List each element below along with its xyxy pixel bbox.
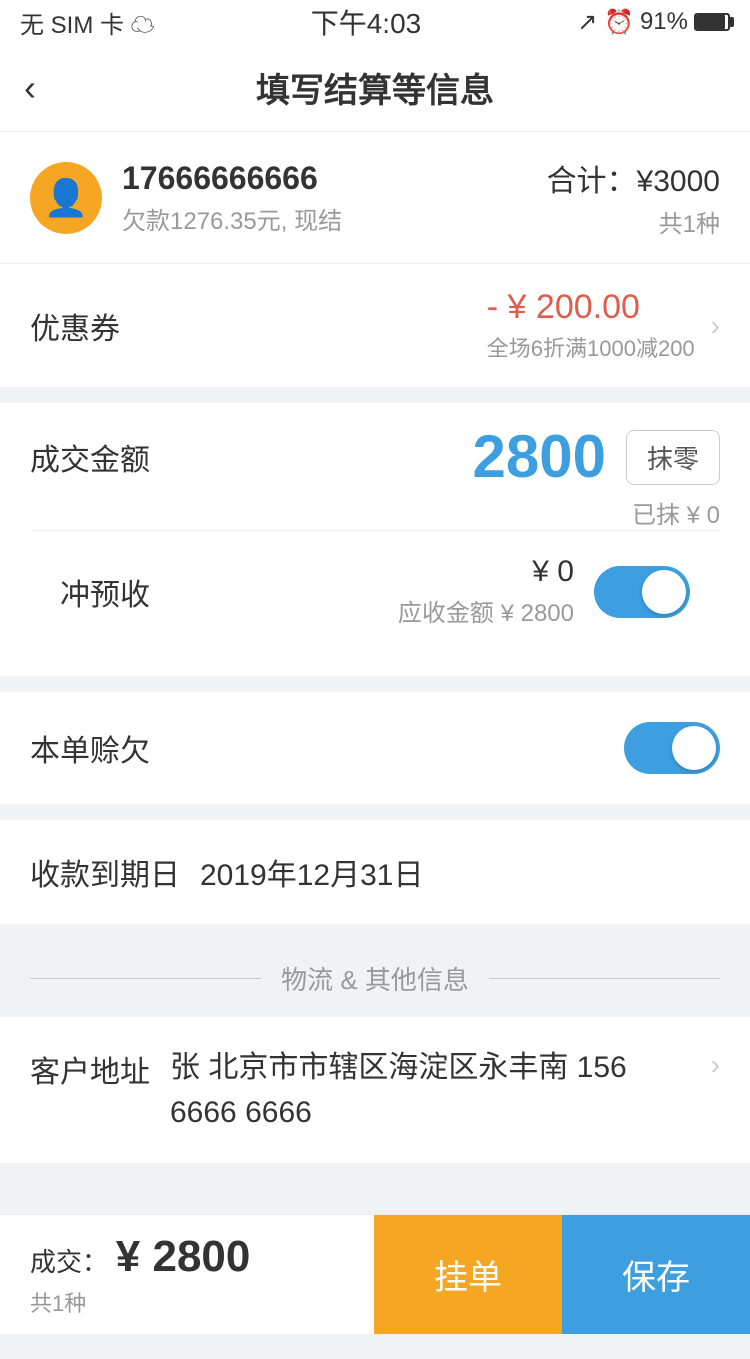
amount-label: 成交金额 [30, 435, 150, 479]
credit-toggle[interactable] [624, 722, 720, 774]
user-phone: 17666666666 [122, 160, 342, 197]
bottom-actions: 挂单 保存 [374, 1215, 750, 1334]
user-info-card: 👤 17666666666 欠款1276.35元, 现结 合计：¥3000 共1… [0, 132, 750, 387]
credit-row: 本单赊欠 [0, 692, 750, 804]
save-button[interactable]: 保存 [562, 1215, 750, 1334]
duedate-label: 收款到期日 [30, 850, 180, 894]
user-row: 👤 17666666666 欠款1276.35元, 现结 合计：¥3000 共1… [0, 132, 750, 263]
nav-bar: ‹ 填写结算等信息 [0, 44, 750, 132]
pre-collect-toggle[interactable] [594, 566, 690, 618]
pre-sub: 应收金额 ¥ 2800 [398, 593, 574, 628]
hang-button[interactable]: 挂单 [374, 1215, 562, 1334]
bottom-summary: 成交： ¥ 2800 共1种 [0, 1215, 374, 1334]
battery-level: 91% [640, 8, 688, 36]
bottom-deal-label: 成交： [30, 1247, 108, 1277]
address-value: 张 北京市市辖区海淀区永丰南 156 6666 6666 [170, 1045, 701, 1135]
address-arrow-icon: › [711, 1049, 720, 1081]
address-content: 张 北京市市辖区海淀区永丰南 156 6666 6666 [170, 1045, 701, 1135]
bottom-bar: 成交： ¥ 2800 共1种 挂单 保存 [0, 1214, 750, 1334]
amount-row: 成交金额 2800 抹零 [30, 427, 720, 487]
bottom-deal-row: 成交： ¥ 2800 [30, 1232, 374, 1282]
battery-icon: ↗ ⏰ [577, 8, 634, 37]
user-right: 合计：¥3000 共1种 [547, 156, 720, 239]
duedate-value: 2019年12月31日 [200, 850, 423, 894]
pre-collect-row: 冲预收 ¥ 0 应收金额 ¥ 2800 [30, 530, 720, 652]
coupon-desc: 全场6折满1000减200 [487, 331, 695, 363]
coupon-row[interactable]: 优惠券 - ¥ 200.00 全场6折满1000减200 › [0, 263, 750, 387]
pre-collect-label: 冲预收 [60, 570, 150, 614]
address-label: 客户地址 [30, 1047, 150, 1091]
coupon-discount: - ¥ 200.00 [487, 288, 695, 327]
user-info-text: 17666666666 欠款1276.35元, 现结 [122, 160, 342, 236]
status-bar: 无 SIM 卡 ☁ 下午4:03 ↗ ⏰ 91% [0, 0, 750, 44]
page-title: 填写结算等信息 [256, 63, 494, 112]
battery-bar [694, 13, 730, 31]
amount-value-wrap: 2800 抹零 [473, 427, 721, 487]
logistics-line-right [489, 978, 720, 979]
logistics-line-left [30, 978, 261, 979]
user-left: 👤 17666666666 欠款1276.35元, 现结 [30, 160, 342, 236]
round-zero-button[interactable]: 抹零 [626, 430, 720, 485]
status-right: ↗ ⏰ 91% [577, 8, 730, 37]
pre-right: ¥ 0 应收金额 ¥ 2800 [398, 555, 690, 628]
back-button[interactable]: ‹ [24, 67, 36, 109]
user-sub-text: 欠款1276.35元, 现结 [122, 201, 342, 236]
logistics-text: 物流 & 其他信息 [281, 960, 469, 997]
bottom-amount: ¥ 2800 [116, 1232, 251, 1281]
status-time: 下午4:03 [311, 2, 422, 42]
avatar: 👤 [30, 162, 102, 234]
duedate-row: 收款到期日 2019年12月31日 [0, 820, 750, 924]
coupon-right: - ¥ 200.00 全场6折满1000减200 › [487, 288, 720, 363]
amount-value: 2800 [473, 427, 606, 487]
pre-value-wrap: ¥ 0 应收金额 ¥ 2800 [398, 555, 574, 628]
amount-sub: 已抹 ¥ 0 [632, 502, 720, 529]
status-left: 无 SIM 卡 ☁ [20, 5, 155, 40]
user-count: 共1种 [547, 204, 720, 239]
coupon-label: 优惠券 [30, 304, 120, 348]
logistics-header: 物流 & 其他信息 [0, 940, 750, 1017]
credit-toggle-knob [672, 726, 716, 770]
address-row[interactable]: 客户地址 张 北京市市辖区海淀区永丰南 156 6666 6666 › [0, 1017, 750, 1163]
avatar-icon: 👤 [44, 177, 89, 219]
credit-label: 本单赊欠 [30, 726, 150, 770]
deal-amount-section: 成交金额 2800 抹零 已抹 ¥ 0 冲预收 ¥ 0 应收金额 ¥ 2800 [0, 403, 750, 676]
coupon-info: - ¥ 200.00 全场6折满1000减200 [487, 288, 695, 363]
toggle-knob [642, 570, 686, 614]
coupon-arrow-icon: › [711, 310, 720, 342]
bottom-count: 共1种 [30, 1286, 374, 1318]
sim-label: 无 SIM 卡 ☁ [20, 5, 155, 40]
pre-value: ¥ 0 [398, 555, 574, 589]
user-total: 合计：¥3000 [547, 156, 720, 200]
